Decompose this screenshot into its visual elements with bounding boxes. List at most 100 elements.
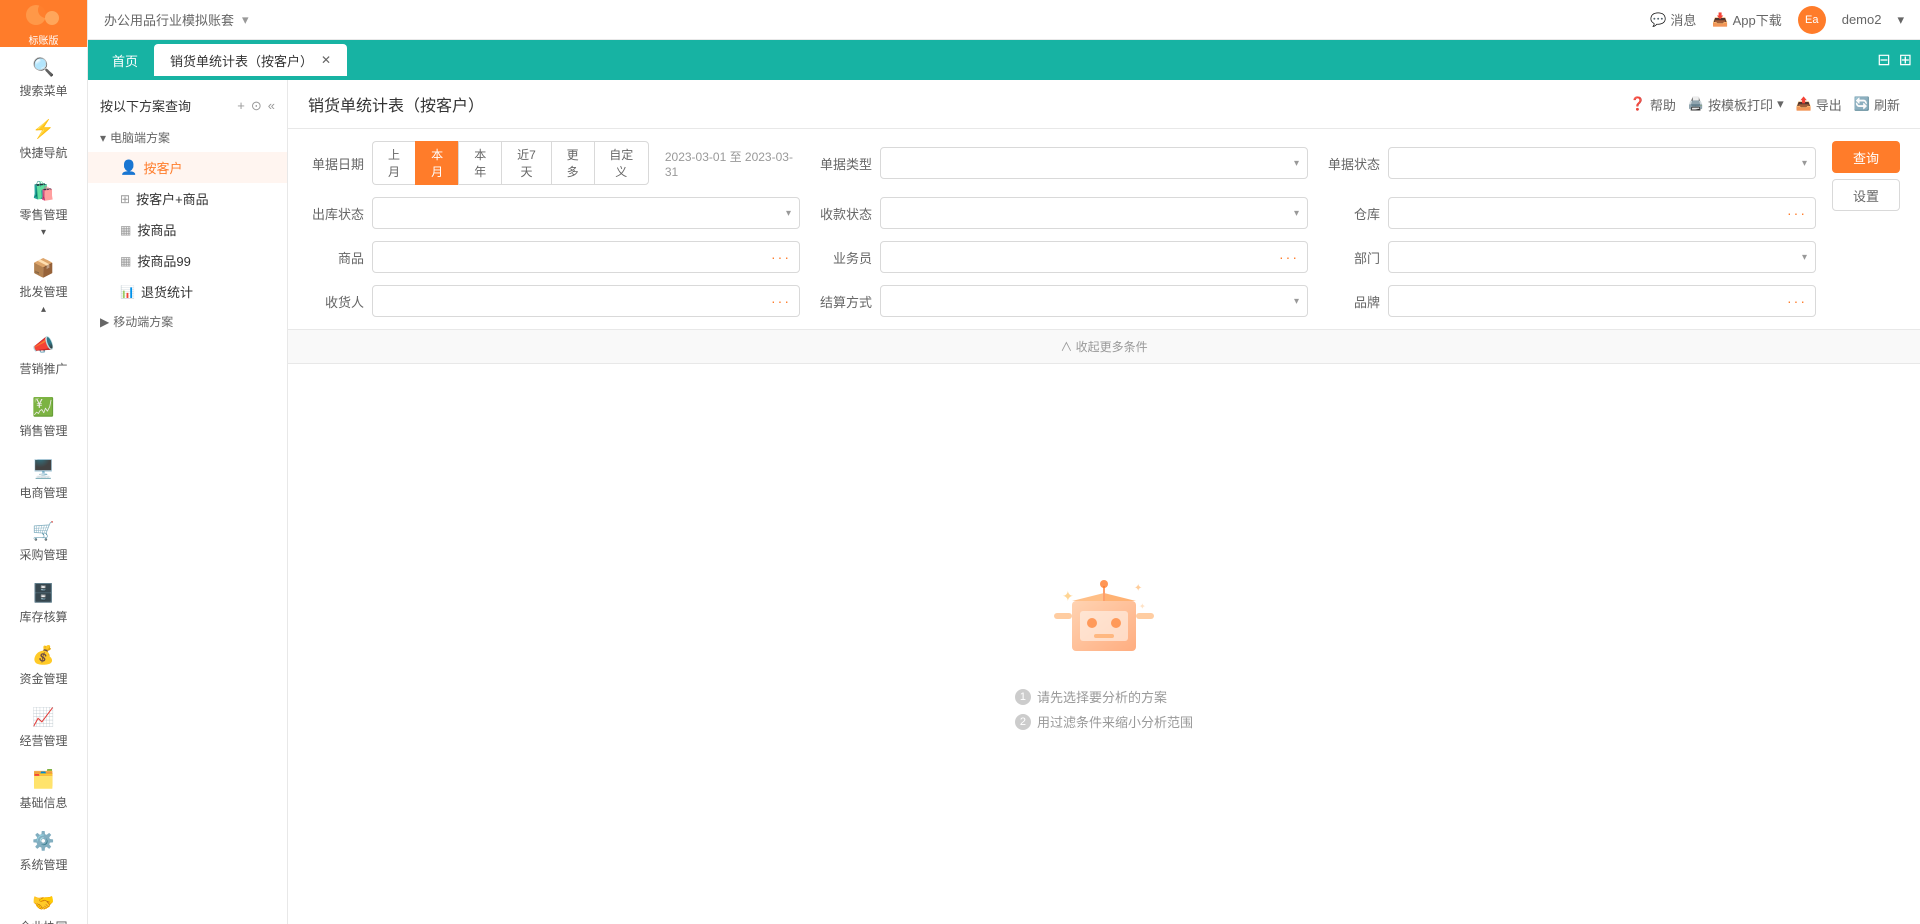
customer-product-icon: ⊞ <box>120 192 130 206</box>
inventory-icon: 🗄️ <box>32 583 54 604</box>
salesperson-label: 业务员 <box>816 248 872 267</box>
collapse-panel-btn[interactable]: « <box>268 98 275 114</box>
tabbar: 首页 销货单统计表（按客户） ✕ ⊟ ⊞ <box>88 40 1920 80</box>
outstatus-label: 出库状态 <box>308 204 364 223</box>
page-header: 销货单统计表（按客户） ❓ 帮助 🖨️ 按模板打印 ▾ 📤 导出 <box>288 80 1920 129</box>
date-btn-last7[interactable]: 近7天 <box>501 141 550 185</box>
filter-row-4: 收货人 ··· 结算方式 ▾ <box>308 285 1816 317</box>
desktop-group-label: ▾ 电脑端方案 <box>88 123 287 152</box>
date-btn-custom[interactable]: 自定义 <box>594 141 649 185</box>
filter-row-1: 单据日期 上月 本月 本年 近7天 更多 自定义 2023-03-01 至 20… <box>308 141 1816 185</box>
help-icon: ❓ <box>1630 96 1646 112</box>
user-dropdown-icon[interactable]: ▾ <box>1897 12 1904 28</box>
sidebar-item-inventory[interactable]: 🗄️ 库存核算 <box>0 573 88 635</box>
sidebar-item-search[interactable]: 🔍 搜索菜单 <box>0 47 88 109</box>
scheme-by-product99[interactable]: ▦ 按商品99 <box>88 245 287 276</box>
sidebar-item-retail[interactable]: 🛍️ 零售管理 ▾ <box>0 171 88 248</box>
collapse-bar[interactable]: ∧ 收起更多条件 <box>288 330 1920 364</box>
payment-select[interactable]: ▾ <box>880 285 1308 317</box>
scheme-customer-product[interactable]: ⊞ 按客户+商品 <box>88 183 287 214</box>
filter-receiptstatus-item: 收款状态 ▾ <box>816 197 1308 229</box>
filter-outstatus-item: 出库状态 ▾ <box>308 197 800 229</box>
filter-payment-item: 结算方式 ▾ <box>816 285 1308 317</box>
empty-tip2: 2 用过滤条件来缩小分析范围 <box>1015 712 1193 731</box>
sidebar-item-basic[interactable]: 🗂️ 基础信息 <box>0 759 88 821</box>
collapse-text: ∧ 收起更多条件 <box>1060 340 1147 354</box>
export-btn[interactable]: 📤 导出 <box>1796 95 1842 114</box>
edit-scheme-btn[interactable]: ⊙ <box>251 98 262 114</box>
scheme-by-customer[interactable]: 👤 按客户 <box>88 152 287 183</box>
warehouse-label: 仓库 <box>1324 204 1380 223</box>
message-btn[interactable]: 💬 消息 <box>1650 10 1696 29</box>
tab-close-btn[interactable]: ✕ <box>321 53 331 67</box>
main-area: 办公用品行业模拟账套 ▾ 💬 消息 📥 App下载 Ea demo2 ▾ 首页 … <box>88 0 1920 924</box>
outstatus-select[interactable]: ▾ <box>372 197 800 229</box>
sidebar-logo: 标账版 <box>0 0 88 47</box>
purchase-icon: 🛒 <box>32 521 54 542</box>
app-download-btn[interactable]: 📥 App下载 <box>1712 10 1781 29</box>
brand-select[interactable]: ··· <box>1388 285 1816 317</box>
docstatus-select[interactable]: ▾ <box>1388 147 1816 179</box>
export-icon: 📤 <box>1796 96 1812 112</box>
query-button[interactable]: 查询 <box>1832 141 1900 173</box>
salesperson-select[interactable]: ··· <box>880 241 1308 273</box>
receiptstatus-select[interactable]: ▾ <box>880 197 1308 229</box>
user-avatar: Ea <box>1798 6 1826 34</box>
scheme-return-stat[interactable]: 📊 退货统计 <box>88 276 287 307</box>
tab-minimize-btn[interactable]: ⊟ <box>1877 50 1890 70</box>
template-print-btn[interactable]: 🖨️ 按模板打印 ▾ <box>1688 95 1784 114</box>
quick-icon: ⚡ <box>32 119 54 140</box>
department-select[interactable]: ▾ <box>1388 241 1816 273</box>
sidebar-item-purchase[interactable]: 🛒 采购管理 <box>0 511 88 573</box>
by-product99-icon: ▦ <box>120 254 131 268</box>
sidebar-item-finance[interactable]: 💰 资金管理 <box>0 635 88 697</box>
sidebar-item-enterprise[interactable]: 🤝 企业协同 <box>0 883 88 924</box>
left-panel: 按以下方案查询 + ⊙ « ▾ 电脑端方案 👤 按客户 ⊞ 按客户+商品 <box>88 80 288 924</box>
system-icon: ⚙️ <box>32 831 54 852</box>
sidebar-item-operation[interactable]: 📈 经营管理 <box>0 697 88 759</box>
brand-dots-icon: ··· <box>1787 293 1807 309</box>
tab-sales-stat[interactable]: 销货单统计表（按客户） ✕ <box>154 44 347 76</box>
date-btn-more[interactable]: 更多 <box>551 141 594 185</box>
product-select[interactable]: ··· <box>372 241 800 273</box>
tabbar-actions: ⊟ ⊞ <box>1877 50 1912 70</box>
sidebar-item-ecommerce[interactable]: 🖥️ 电商管理 <box>0 449 88 511</box>
setting-button[interactable]: 设置 <box>1832 179 1900 211</box>
sidebar-item-quick[interactable]: ⚡ 快捷导航 <box>0 109 88 171</box>
sidebar-item-marketing[interactable]: 📣 营销推广 <box>0 325 88 387</box>
basic-icon: 🗂️ <box>32 769 54 790</box>
add-scheme-btn[interactable]: + <box>237 98 245 114</box>
date-btn-this-year[interactable]: 本年 <box>458 141 501 185</box>
dropdown-icon[interactable]: ▾ <box>242 12 249 28</box>
filter-row-3: 商品 ··· 业务员 ··· <box>308 241 1816 273</box>
scheme-by-product[interactable]: ▦ 按商品 <box>88 214 287 245</box>
receiver-label: 收货人 <box>308 292 364 311</box>
tab-maximize-btn[interactable]: ⊞ <box>1899 50 1912 70</box>
filter-product-item: 商品 ··· <box>308 241 800 273</box>
date-range: 2023-03-01 至 2023-03-31 <box>665 148 800 179</box>
doctype-arrow-icon: ▾ <box>1294 158 1299 169</box>
sidebar-item-wholesale[interactable]: 📦 批发管理 ▴ <box>0 248 88 325</box>
refresh-btn[interactable]: 🔄 刷新 <box>1854 95 1900 114</box>
salesperson-dots-icon: ··· <box>1279 249 1299 265</box>
topbar: 办公用品行业模拟账套 ▾ 💬 消息 📥 App下载 Ea demo2 ▾ <box>88 0 1920 40</box>
username: demo2 <box>1842 12 1882 27</box>
help-btn[interactable]: ❓ 帮助 <box>1630 95 1676 114</box>
logo-text: 标账版 <box>29 32 59 47</box>
print-icon: 🖨️ <box>1688 96 1704 112</box>
tab-home[interactable]: 首页 <box>96 44 154 76</box>
customer-product-label: 按客户+商品 <box>136 189 209 208</box>
warehouse-select[interactable]: ··· <box>1388 197 1816 229</box>
sidebar-item-sales[interactable]: 💹 销售管理 <box>0 387 88 449</box>
sidebar-item-system[interactable]: ⚙️ 系统管理 <box>0 821 88 883</box>
home-tab-label: 首页 <box>112 51 138 70</box>
date-btn-this-month[interactable]: 本月 <box>415 141 458 185</box>
date-btn-last-month[interactable]: 上月 <box>372 141 415 185</box>
svg-text:✦: ✦ <box>1134 583 1142 594</box>
warehouse-dots-icon: ··· <box>1787 205 1807 221</box>
filter-fields: 单据日期 上月 本月 本年 近7天 更多 自定义 2023-03-01 至 20… <box>308 141 1816 317</box>
receiver-select[interactable]: ··· <box>372 285 800 317</box>
doctype-select[interactable]: ▾ <box>880 147 1308 179</box>
operation-icon: 📈 <box>32 707 54 728</box>
empty-state: ✦ ✦ ✦ 1 请先选择要分析的方案 2 用过滤条件来缩小分析范围 <box>288 364 1920 924</box>
